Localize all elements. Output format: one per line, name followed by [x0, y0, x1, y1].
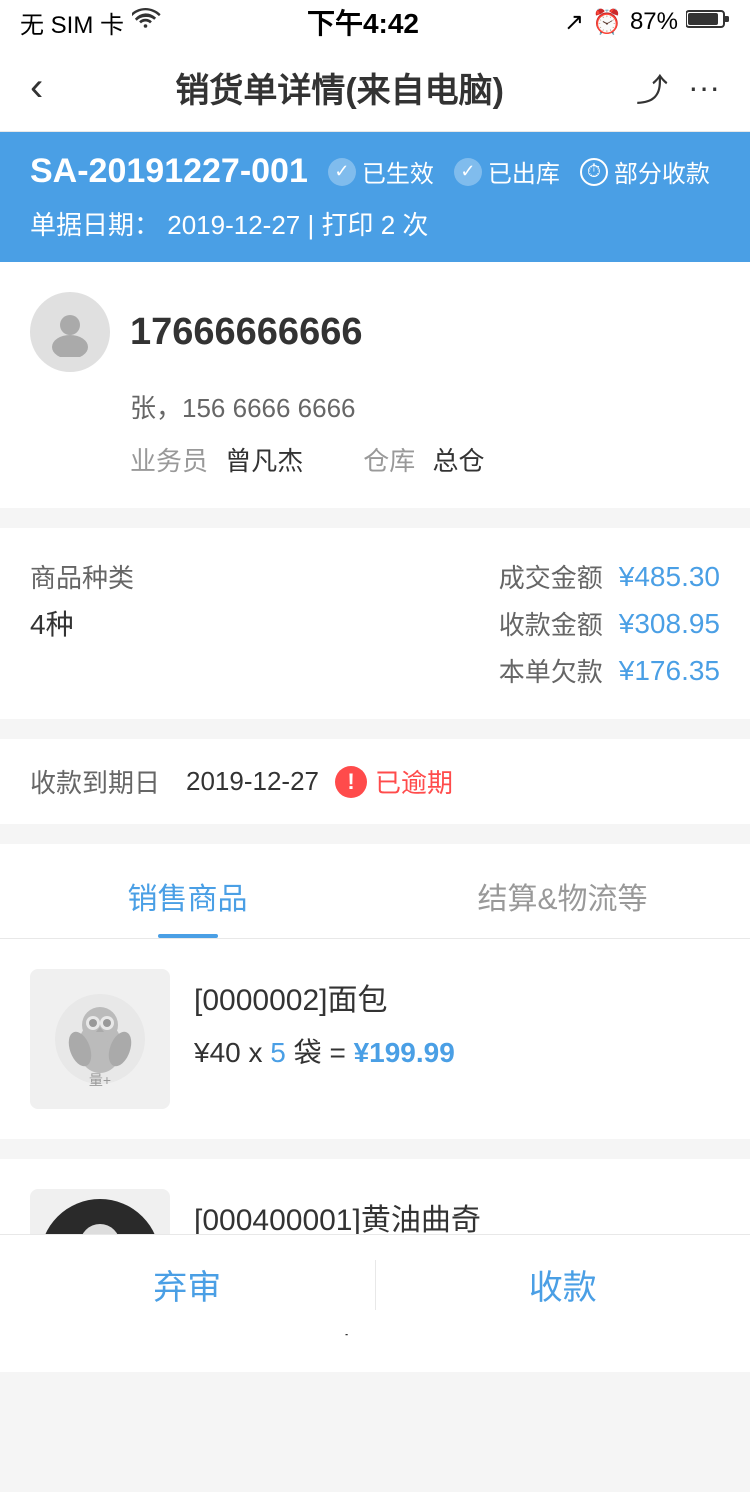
- product-card-1: 量+ [0000002]面包 ¥40 x 5 袋 = ¥199.99: [0, 939, 750, 1139]
- tabs-section: 销售商品 结算&物流等: [0, 844, 750, 939]
- owed-value: ¥176.35: [619, 655, 720, 687]
- product-kinds-label: 商品种类: [30, 558, 134, 595]
- owed-label: 本单欠款: [499, 652, 603, 689]
- received-row: 收款金额 ¥308.95: [499, 605, 720, 642]
- order-date: 2019-12-27: [167, 210, 300, 240]
- customer-info: 业务员 曾凡杰 仓库 总仓: [30, 441, 720, 478]
- badge-shipped: ✓ 已出库: [454, 154, 560, 189]
- customer-row: 17666666666: [30, 292, 720, 372]
- status-right: ↗ ⏰ 87%: [564, 8, 730, 37]
- cancel-review-button[interactable]: 弃审: [0, 1235, 375, 1334]
- order-id: SA-20191227-001: [30, 152, 308, 191]
- nav-bar: ‹ 销货单详情(来自电脑) ⤴ ···: [0, 44, 750, 132]
- customer-phone: 17666666666: [130, 311, 362, 354]
- share-icon[interactable]: ⤴: [636, 65, 668, 111]
- status-bar: 无 SIM 卡 下午4:42 ↗ ⏰ 87%: [0, 0, 750, 44]
- warehouse-name: 总仓: [433, 446, 485, 476]
- banner-row1: SA-20191227-001 ✓ 已生效 ✓ 已出库 ⏱ 部分收款: [30, 152, 720, 191]
- multiply-1: x: [249, 1037, 271, 1068]
- due-date-value: 2019-12-27: [186, 766, 319, 797]
- print-count: 2: [381, 210, 395, 240]
- nav-left: ‹: [30, 65, 43, 110]
- banner-date-row: 单据日期： 2019-12-27 | 打印 2 次: [30, 205, 720, 242]
- tab-settlement[interactable]: 结算&物流等: [375, 844, 750, 938]
- print-unit: 次: [402, 210, 428, 240]
- print-label: 打印: [321, 210, 373, 240]
- check-icon-1: ✓: [328, 158, 356, 186]
- nav-right: ⤴ ···: [636, 65, 720, 111]
- owed-row: 本单欠款 ¥176.35: [499, 652, 720, 689]
- back-button[interactable]: ‹: [30, 65, 43, 110]
- carrier-label: 无 SIM 卡: [20, 5, 124, 40]
- tab-products-label: 销售商品: [128, 883, 248, 916]
- amount-row: 成交金额 ¥485.30: [499, 558, 720, 595]
- wifi-icon: [132, 8, 162, 37]
- total-price-1: ¥199.99: [354, 1037, 455, 1068]
- equals-1: =: [329, 1037, 353, 1068]
- battery-label: 87%: [630, 8, 678, 36]
- tab-settlement-label: 结算&物流等: [477, 883, 647, 916]
- stats-left: 商品种类 4种: [30, 558, 134, 643]
- stats-right: 成交金额 ¥485.30 收款金额 ¥308.95 本单欠款 ¥176.35: [499, 558, 720, 689]
- amount-value: ¥485.30: [619, 561, 720, 593]
- overdue-badge: ! 已逾期: [335, 763, 453, 800]
- bottom-bar: 弃审 收款: [0, 1234, 750, 1334]
- customer-section: 17666666666 张，156 6666 6666 业务员 曾凡杰 仓库 总…: [0, 262, 750, 508]
- more-icon[interactable]: ···: [688, 69, 720, 106]
- badge-activated: ✓ 已生效: [328, 154, 434, 189]
- tab-underline: [158, 934, 218, 938]
- overdue-icon: !: [335, 766, 367, 798]
- sales-label: 业务员: [130, 446, 208, 476]
- status-time: 下午4:42: [307, 2, 419, 42]
- avatar: [30, 292, 110, 372]
- warehouse-info: 仓库 总仓: [363, 441, 484, 478]
- tab-products[interactable]: 销售商品: [0, 844, 375, 938]
- location-icon: ↗: [564, 8, 584, 37]
- svg-text:量+: 量+: [89, 1072, 111, 1088]
- collect-payment-button[interactable]: 收款: [376, 1235, 750, 1334]
- sales-name: 曾凡杰: [225, 446, 303, 476]
- date-label: 单据日期：: [30, 210, 160, 240]
- overdue-text: 已逾期: [375, 763, 453, 800]
- product-name-1: [0000002]面包: [194, 975, 720, 1019]
- unit-1: 袋: [294, 1037, 322, 1068]
- check-icon-2: ✓: [454, 158, 482, 186]
- product-price-1: ¥40 x 5 袋 = ¥199.99: [194, 1031, 720, 1071]
- product-info-1: [0000002]面包 ¥40 x 5 袋 = ¥199.99: [194, 969, 720, 1071]
- qty-1: 5: [270, 1037, 286, 1068]
- due-section: 收款到期日 2019-12-27 ! 已逾期: [0, 739, 750, 824]
- tabs-row: 销售商品 结算&物流等: [0, 844, 750, 938]
- received-value: ¥308.95: [619, 608, 720, 640]
- received-label: 收款金额: [499, 605, 603, 642]
- product-name-2: [000400001]黄油曲奇: [194, 1195, 720, 1239]
- product-placeholder-icon-1: 量+: [50, 989, 150, 1089]
- stats-grid: 商品种类 4种 成交金额 ¥485.30 收款金额 ¥308.95 本单欠款 ¥…: [30, 558, 720, 689]
- print-separator: |: [307, 210, 321, 240]
- unit-price-1: ¥40: [194, 1037, 241, 1068]
- stats-section: 商品种类 4种 成交金额 ¥485.30 收款金额 ¥308.95 本单欠款 ¥…: [0, 528, 750, 719]
- alarm-icon: ⏰: [592, 8, 622, 37]
- header-banner: SA-20191227-001 ✓ 已生效 ✓ 已出库 ⏱ 部分收款 单据日期：…: [0, 132, 750, 262]
- customer-name-phone: 张，156 6666 6666: [30, 388, 720, 425]
- battery-icon: [686, 8, 730, 37]
- sales-info: 业务员 曾凡杰: [130, 441, 303, 478]
- person-icon: [45, 307, 95, 357]
- due-label: 收款到期日: [30, 763, 160, 800]
- warehouse-label: 仓库: [363, 446, 415, 476]
- amount-label: 成交金额: [499, 558, 603, 595]
- clock-icon: ⏱: [580, 158, 608, 186]
- status-left: 无 SIM 卡: [20, 5, 162, 40]
- product-image-1: 量+: [30, 969, 170, 1109]
- page-title: 销货单详情(来自电脑): [175, 63, 504, 112]
- product-kinds-count: 4种: [30, 603, 134, 643]
- badge-partial-payment: ⏱ 部分收款: [580, 154, 710, 189]
